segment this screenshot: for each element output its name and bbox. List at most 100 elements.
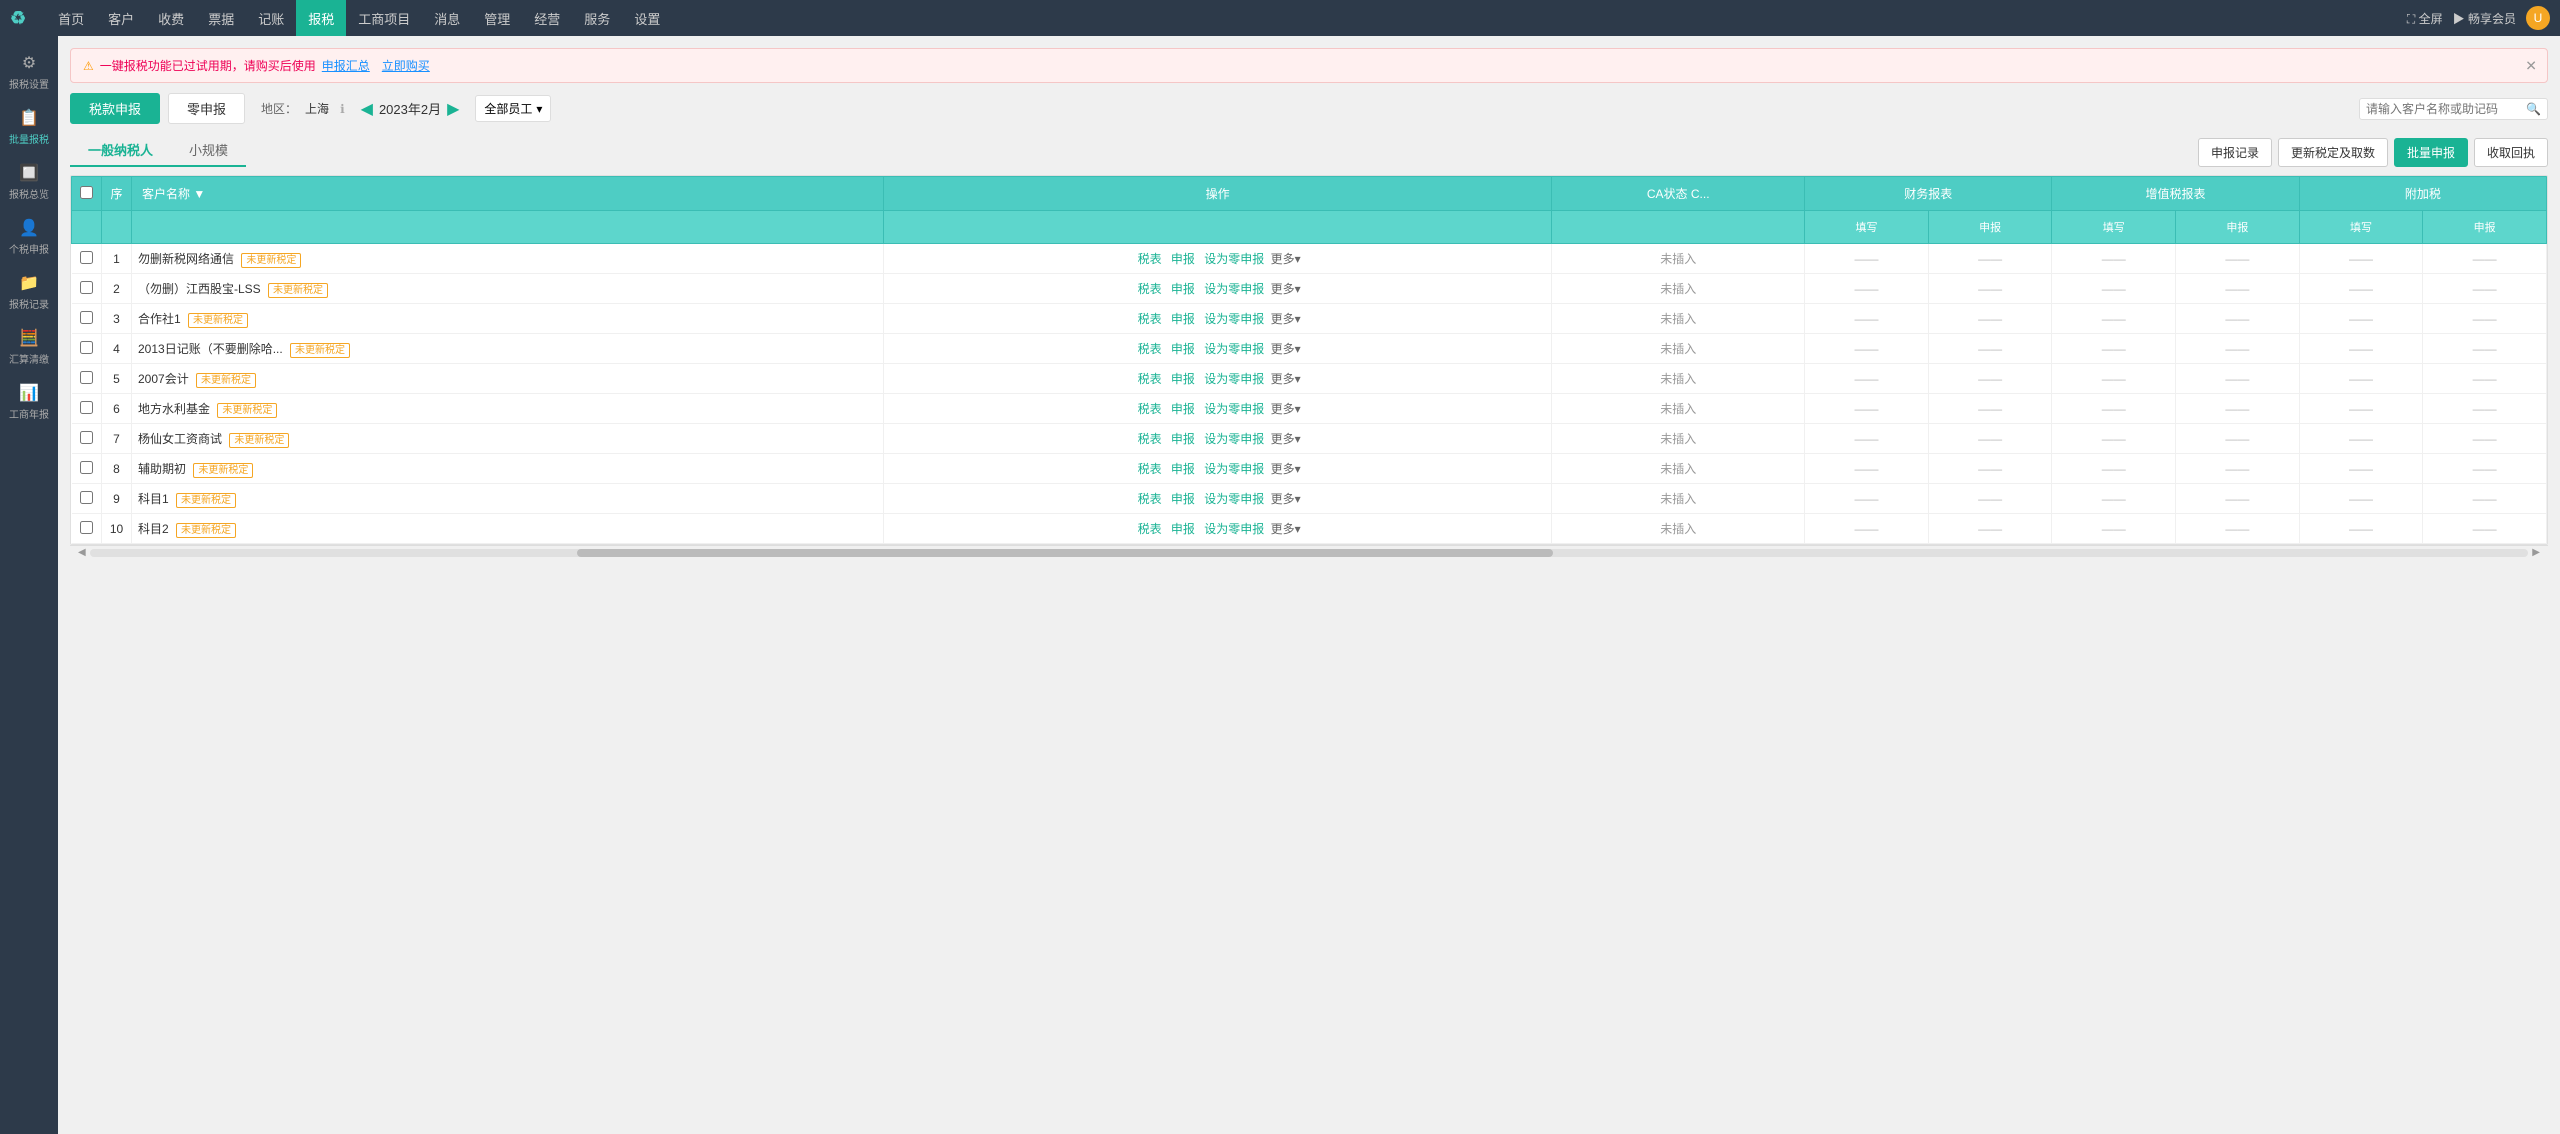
- op-more-5[interactable]: 更多▾: [1271, 402, 1301, 416]
- op-税表-5[interactable]: 税表: [1138, 402, 1162, 416]
- unverified-tag: 未更新税定: [241, 253, 301, 268]
- op-设为零申报-0[interactable]: 设为零申报: [1204, 252, 1264, 266]
- op-税表-6[interactable]: 税表: [1138, 432, 1162, 446]
- op-税表-8[interactable]: 税表: [1138, 492, 1162, 506]
- op-税表-1[interactable]: 税表: [1138, 282, 1162, 296]
- op-more-8[interactable]: 更多▾: [1271, 492, 1301, 506]
- th2-report1: 申报: [1928, 211, 2052, 244]
- nav-msg[interactable]: 消息: [422, 0, 472, 36]
- op-more-0[interactable]: 更多▾: [1271, 252, 1301, 266]
- nav-biz[interactable]: 工商项目: [346, 0, 422, 36]
- op-more-1[interactable]: 更多▾: [1271, 282, 1301, 296]
- tab-general-taxpayer[interactable]: 一般纳税人: [70, 134, 171, 167]
- scroll-left-arrow[interactable]: ◀: [74, 547, 90, 558]
- sidebar-item-annual[interactable]: 📊 工商年报: [0, 374, 58, 429]
- op-more-9[interactable]: 更多▾: [1271, 522, 1301, 536]
- row-cell-4: ——: [2299, 244, 2423, 274]
- banner-link-buy[interactable]: 立即购买: [382, 57, 430, 74]
- row-checkbox-4[interactable]: [80, 371, 93, 384]
- sidebar-item-personal[interactable]: 👤 个税申报: [0, 209, 58, 264]
- op-设为零申报-5[interactable]: 设为零申报: [1204, 402, 1264, 416]
- row-checkbox-9[interactable]: [80, 521, 93, 534]
- op-申报-0[interactable]: 申报: [1171, 252, 1195, 266]
- banner-close-button[interactable]: ✕: [2525, 57, 2537, 74]
- sidebar-item-tax-settings[interactable]: ⚙ 报税设置: [0, 44, 58, 99]
- op-设为零申报-1[interactable]: 设为零申报: [1204, 282, 1264, 296]
- op-设为零申报-4[interactable]: 设为零申报: [1204, 372, 1264, 386]
- select-all-checkbox[interactable]: [80, 186, 93, 199]
- op-设为零申报-7[interactable]: 设为零申报: [1204, 462, 1264, 476]
- op-税表-2[interactable]: 税表: [1138, 312, 1162, 326]
- btn-declare-records[interactable]: 申报记录: [2198, 138, 2272, 167]
- op-申报-7[interactable]: 申报: [1171, 462, 1195, 476]
- op-more-6[interactable]: 更多▾: [1271, 432, 1301, 446]
- op-设为零申报-8[interactable]: 设为零申报: [1204, 492, 1264, 506]
- horizontal-scrollbar[interactable]: ◀ ▶: [70, 545, 2548, 559]
- upgrade-btn[interactable]: ▶ 畅享会员: [2453, 10, 2516, 27]
- op-申报-2[interactable]: 申报: [1171, 312, 1195, 326]
- nav-invoice[interactable]: 票据: [196, 0, 246, 36]
- row-checkbox-1[interactable]: [80, 281, 93, 294]
- op-设为零申报-2[interactable]: 设为零申报: [1204, 312, 1264, 326]
- search-icon[interactable]: 🔍: [2526, 102, 2541, 116]
- tab-tax-declare[interactable]: 税款申报: [70, 93, 160, 124]
- nav-settings[interactable]: 设置: [622, 0, 672, 36]
- nav-ledger[interactable]: 记账: [246, 0, 296, 36]
- op-more-2[interactable]: 更多▾: [1271, 312, 1301, 326]
- nav-home[interactable]: 首页: [46, 0, 96, 36]
- op-税表-7[interactable]: 税表: [1138, 462, 1162, 476]
- banner-link-summary[interactable]: 申报汇总: [322, 57, 370, 74]
- sidebar-item-records[interactable]: 📁 报税记录: [0, 264, 58, 319]
- btn-update-tax[interactable]: 更新税定及取数: [2278, 138, 2388, 167]
- staff-select[interactable]: 全部员工 ▾: [475, 95, 551, 122]
- row-checkbox-7[interactable]: [80, 461, 93, 474]
- tab-zero-declare[interactable]: 零申报: [168, 93, 245, 124]
- op-more-4[interactable]: 更多▾: [1271, 372, 1301, 386]
- row-checkbox-0[interactable]: [80, 251, 93, 264]
- prev-month-button[interactable]: ◀: [361, 99, 373, 119]
- row-checkbox-3[interactable]: [80, 341, 93, 354]
- row-checkbox-6[interactable]: [80, 431, 93, 444]
- btn-collect-receipt[interactable]: 收取回执: [2474, 138, 2548, 167]
- sidebar-item-overview[interactable]: 🔲 报税总览: [0, 154, 58, 209]
- sort-icon[interactable]: ▼: [193, 187, 205, 201]
- op-more-7[interactable]: 更多▾: [1271, 462, 1301, 476]
- nav-biz2[interactable]: 经营: [522, 0, 572, 36]
- op-申报-3[interactable]: 申报: [1171, 342, 1195, 356]
- row-checkbox-8[interactable]: [80, 491, 93, 504]
- row-cell-1: ——: [1928, 304, 2052, 334]
- nav-admin[interactable]: 管理: [472, 0, 522, 36]
- avatar[interactable]: U: [2526, 6, 2550, 30]
- btn-batch-declare[interactable]: 批量申报: [2394, 138, 2468, 167]
- op-申报-9[interactable]: 申报: [1171, 522, 1195, 536]
- op-税表-0[interactable]: 税表: [1138, 252, 1162, 266]
- sidebar-item-batch-tax[interactable]: 📋 批量报税: [0, 99, 58, 154]
- op-申报-4[interactable]: 申报: [1171, 372, 1195, 386]
- op-设为零申报-3[interactable]: 设为零申报: [1204, 342, 1264, 356]
- row-checkbox-2[interactable]: [80, 311, 93, 324]
- op-申报-6[interactable]: 申报: [1171, 432, 1195, 446]
- nav-fee[interactable]: 收费: [146, 0, 196, 36]
- nav-service[interactable]: 服务: [572, 0, 622, 36]
- op-申报-1[interactable]: 申报: [1171, 282, 1195, 296]
- tab-small-scale[interactable]: 小规模: [171, 134, 246, 167]
- row-checkbox-5[interactable]: [80, 401, 93, 414]
- row-cell-0: ——: [1805, 454, 1929, 484]
- sidebar-item-calc[interactable]: 🧮 汇算清缴: [0, 319, 58, 374]
- op-申报-8[interactable]: 申报: [1171, 492, 1195, 506]
- op-税表-9[interactable]: 税表: [1138, 522, 1162, 536]
- op-设为零申报-6[interactable]: 设为零申报: [1204, 432, 1264, 446]
- op-设为零申报-9[interactable]: 设为零申报: [1204, 522, 1264, 536]
- scrollbar-thumb[interactable]: [577, 549, 1552, 557]
- fullscreen-btn[interactable]: ⛶ 全屏: [2407, 10, 2443, 27]
- scroll-right-arrow[interactable]: ▶: [2528, 547, 2544, 558]
- info-icon[interactable]: ℹ: [340, 102, 345, 116]
- nav-tax[interactable]: 报税: [296, 0, 346, 36]
- op-税表-4[interactable]: 税表: [1138, 372, 1162, 386]
- next-month-button[interactable]: ▶: [447, 99, 459, 119]
- op-more-3[interactable]: 更多▾: [1271, 342, 1301, 356]
- op-申报-5[interactable]: 申报: [1171, 402, 1195, 416]
- nav-client[interactable]: 客户: [96, 0, 146, 36]
- search-input[interactable]: [2366, 102, 2526, 116]
- op-税表-3[interactable]: 税表: [1138, 342, 1162, 356]
